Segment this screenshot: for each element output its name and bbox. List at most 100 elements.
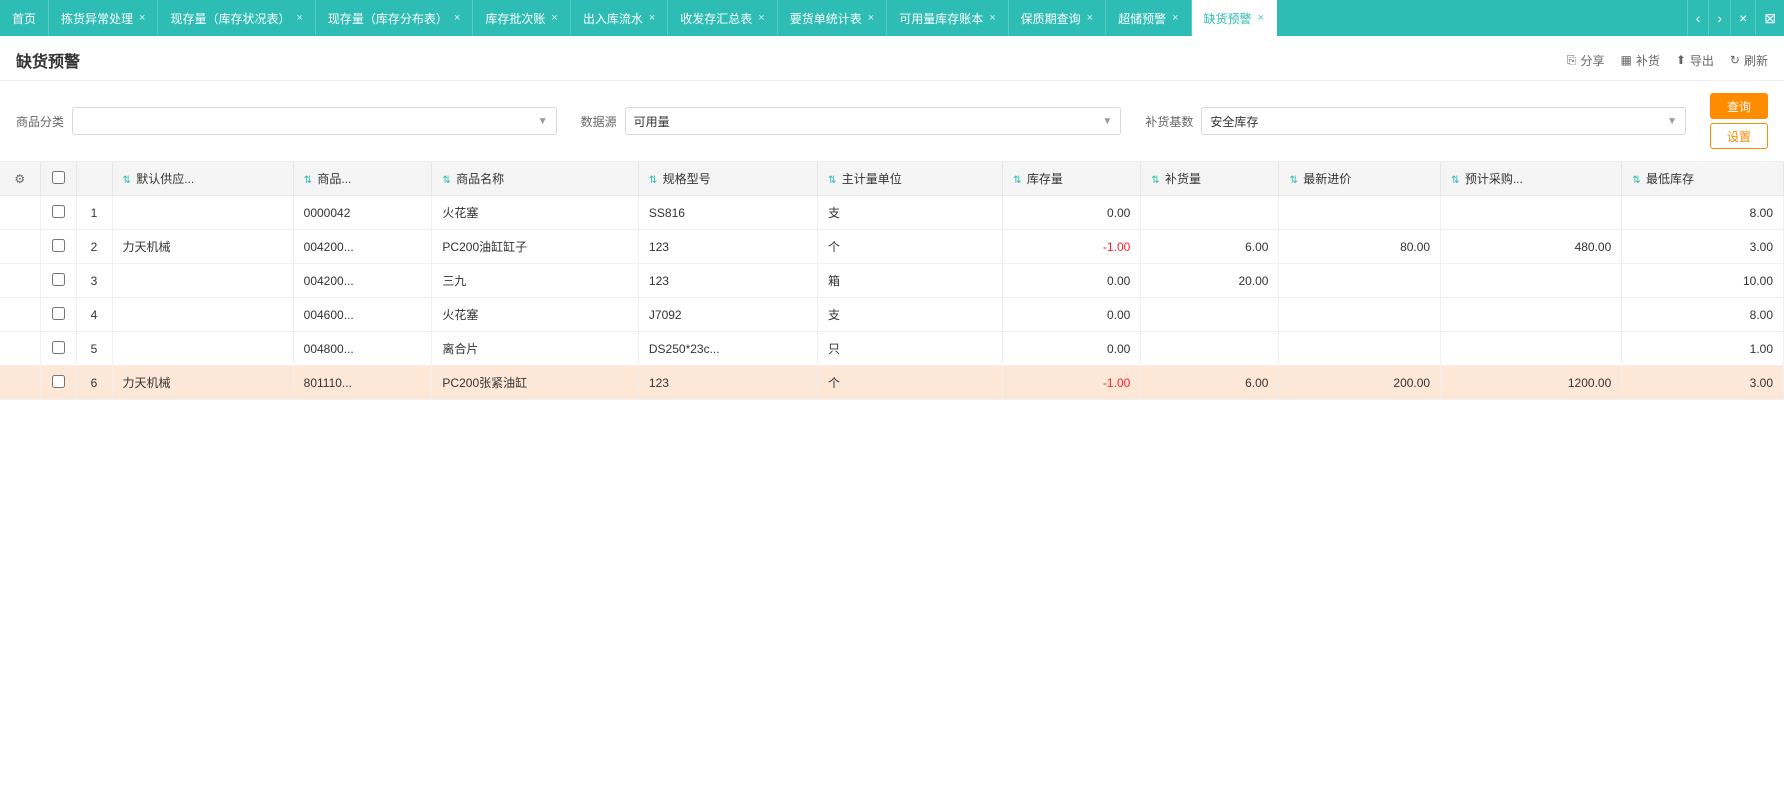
row-latest-price: 80.00	[1279, 230, 1441, 264]
tab-overstock-label: 超储预警	[1118, 10, 1166, 27]
row-checkbox[interactable]	[52, 375, 65, 388]
table-row: 4004600...火花塞J7092支0.008.00	[0, 298, 1784, 332]
col-supplier: ⇅ 默认供应...	[112, 162, 293, 196]
gear-icon[interactable]: ⚙	[14, 172, 25, 186]
filter-actions: 查询 设置	[1710, 93, 1768, 149]
row-checkbox-cell	[40, 264, 76, 298]
tab-shortage[interactable]: 缺货预警 ×	[1192, 0, 1277, 36]
table-row: 2力天机械004200...PC200油缸缸子123个-1.006.0080.0…	[0, 230, 1784, 264]
col-settings: ⚙	[0, 162, 40, 196]
close-icon[interactable]: ×	[551, 12, 557, 24]
replenish-label: 补货	[1636, 52, 1660, 69]
chevron-down-icon: ▼	[1667, 116, 1677, 127]
tab-overstock[interactable]: 超储预警 ×	[1106, 0, 1191, 36]
select-all-checkbox[interactable]	[52, 171, 65, 184]
share-icon: ⎘	[1567, 53, 1577, 68]
tab-close-all-button[interactable]: ⊠	[1755, 0, 1784, 36]
close-icon[interactable]: ×	[649, 12, 655, 24]
refresh-button[interactable]: ↻ 刷新	[1730, 52, 1768, 69]
close-icon[interactable]: ×	[868, 12, 874, 24]
header-actions: ⎘ 分享 ▦ 补货 ⬆ 导出 ↻ 刷新	[1567, 52, 1768, 69]
row-spec: SS816	[638, 196, 817, 230]
tab-collect-summary-label: 收发存汇总表	[680, 10, 752, 27]
col-product-code: ⇅ 商品...	[293, 162, 432, 196]
row-checkbox-cell	[40, 196, 76, 230]
row-estimated-purchase	[1441, 264, 1622, 298]
tab-inventory-status[interactable]: 现存量（库存状况表） ×	[158, 0, 315, 36]
filter-datasource: 数据源 可用量 ▼	[581, 107, 1122, 135]
tab-abnormal[interactable]: 拣货异常处理 ×	[49, 0, 158, 36]
row-spec: 123	[638, 230, 817, 264]
row-index: 3	[76, 264, 112, 298]
close-icon[interactable]: ×	[454, 12, 460, 24]
close-icon[interactable]: ×	[139, 12, 145, 24]
row-product-code: 0000042	[293, 196, 432, 230]
tab-bar: 首页 拣货异常处理 × 现存量（库存状况表） × 现存量（库存分布表） × 库存…	[0, 0, 1784, 36]
row-product-name: 火花塞	[432, 196, 638, 230]
shortage-table: ⚙ ⇅ 默认供应... ⇅ 商品... ⇅	[0, 162, 1784, 400]
row-spec: DS250*23c...	[638, 332, 817, 366]
tab-inventory-dist[interactable]: 现存量（库存分布表） ×	[316, 0, 473, 36]
category-select[interactable]: ▼	[72, 107, 557, 135]
page-title: 缺货预警	[16, 48, 80, 72]
tab-available-ledger[interactable]: 可用量库存账本 ×	[887, 0, 1008, 36]
tab-home-label: 首页	[12, 10, 36, 27]
tab-inout-flow[interactable]: 出入库流水 ×	[571, 0, 668, 36]
row-settings	[0, 264, 40, 298]
row-product-code: 801110...	[293, 366, 432, 400]
datasource-select[interactable]: 可用量 ▼	[625, 107, 1122, 135]
close-icon[interactable]: ×	[989, 12, 995, 24]
tab-collect-summary[interactable]: 收发存汇总表 ×	[668, 0, 777, 36]
row-stock: 0.00	[1003, 298, 1141, 332]
tab-expiry-query-label: 保质期查询	[1021, 10, 1081, 27]
col-replenish: ⇅ 补货量	[1141, 162, 1279, 196]
row-settings	[0, 230, 40, 264]
row-settings	[0, 366, 40, 400]
row-estimated-purchase	[1441, 332, 1622, 366]
tab-batch-account[interactable]: 库存批次账 ×	[473, 0, 570, 36]
row-replenish	[1141, 332, 1279, 366]
close-icon[interactable]: ×	[296, 12, 302, 24]
row-min-stock: 1.00	[1622, 332, 1784, 366]
replenish-button[interactable]: ▦ 补货	[1620, 52, 1659, 69]
row-latest-price: 200.00	[1279, 366, 1441, 400]
row-product-name: 火花塞	[432, 298, 638, 332]
sort-icon: ⇅	[649, 175, 657, 186]
query-button[interactable]: 查询	[1710, 93, 1768, 119]
tab-next-button[interactable]: ›	[1708, 0, 1730, 36]
row-checkbox[interactable]	[52, 341, 65, 354]
filter-replenish-base: 补货基数 安全库存 ▼	[1145, 107, 1686, 135]
row-checkbox[interactable]	[52, 205, 65, 218]
share-button[interactable]: ⎘ 分享	[1567, 52, 1605, 69]
tab-home[interactable]: 首页	[0, 0, 49, 36]
close-icon[interactable]: ×	[758, 12, 764, 24]
settings-button[interactable]: 设置	[1710, 123, 1768, 149]
export-button[interactable]: ⬆ 导出	[1676, 52, 1714, 69]
row-checkbox[interactable]	[52, 239, 65, 252]
table-row: 10000042火花塞SS816支0.008.00	[0, 196, 1784, 230]
category-label: 商品分类	[16, 113, 64, 130]
col-min-stock: ⇅ 最低库存	[1622, 162, 1784, 196]
row-checkbox[interactable]	[52, 307, 65, 320]
tab-prev-button[interactable]: ‹	[1687, 0, 1709, 36]
row-estimated-purchase	[1441, 196, 1622, 230]
tab-expiry-query[interactable]: 保质期查询 ×	[1009, 0, 1106, 36]
row-index: 5	[76, 332, 112, 366]
tab-order-stats[interactable]: 要货单统计表 ×	[778, 0, 887, 36]
filter-category: 商品分类 ▼	[16, 107, 557, 135]
row-checkbox[interactable]	[52, 273, 65, 286]
close-icon[interactable]: ×	[1258, 12, 1264, 24]
table-container: ⚙ ⇅ 默认供应... ⇅ 商品... ⇅	[0, 162, 1784, 400]
row-stock: 0.00	[1003, 196, 1141, 230]
row-product-name: PC200油缸缸子	[432, 230, 638, 264]
row-replenish: 6.00	[1141, 366, 1279, 400]
close-icon[interactable]: ×	[1087, 12, 1093, 24]
row-replenish: 20.00	[1141, 264, 1279, 298]
tab-close-current-button[interactable]: ×	[1730, 0, 1755, 36]
close-icon[interactable]: ×	[1172, 12, 1178, 24]
row-checkbox-cell	[40, 366, 76, 400]
table-row: 3004200...三九123箱0.0020.0010.00	[0, 264, 1784, 298]
sort-icon: ⇅	[1289, 175, 1297, 186]
tab-order-stats-label: 要货单统计表	[790, 10, 862, 27]
replenish-base-select[interactable]: 安全库存 ▼	[1201, 107, 1686, 135]
